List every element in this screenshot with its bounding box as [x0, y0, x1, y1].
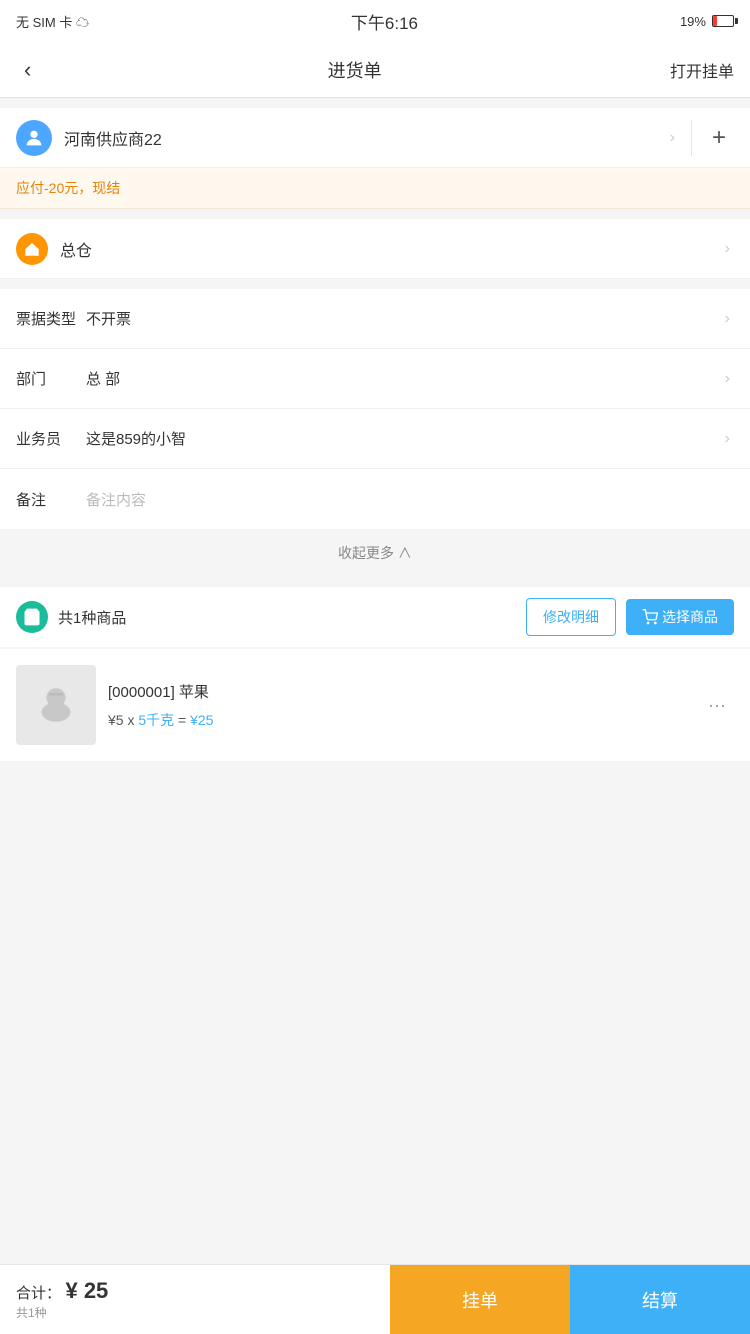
- product-item: [0000001] 苹果 ¥5 x 5千克 = ¥25 ···: [0, 649, 750, 761]
- chevron-right-icon-3: ›: [725, 310, 730, 328]
- salesperson-value: 这是859的小智: [86, 428, 725, 449]
- invoice-row[interactable]: 票据类型 不开票 ›: [0, 289, 750, 349]
- status-left: 无 SIM 卡 ☁: [16, 12, 89, 31]
- remark-input[interactable]: 备注内容: [86, 489, 734, 510]
- product-price: ¥5 x 5千克 = ¥25: [108, 710, 688, 730]
- department-label: 部门: [16, 368, 86, 389]
- battery-percent: 19%: [680, 14, 706, 29]
- nav-bar: ‹ 进货单 打开挂单: [0, 42, 750, 98]
- invoice-label: 票据类型: [16, 308, 86, 329]
- product-title: 苹果: [179, 684, 209, 701]
- footer-spacer: [0, 761, 750, 841]
- product-multiply: x: [127, 712, 138, 728]
- cart-icon: [642, 609, 658, 625]
- chevron-right-icon: ›: [670, 129, 675, 147]
- product-more-button[interactable]: ···: [700, 687, 734, 724]
- footer-total-amount: ¥ 25: [65, 1278, 108, 1303]
- remark-row[interactable]: 备注 备注内容: [0, 469, 750, 529]
- warning-banner: 应付-20元，现结: [0, 168, 750, 209]
- product-info: [0000001] 苹果 ¥5 x 5千克 = ¥25: [108, 681, 688, 730]
- product-thumbnail: [16, 665, 96, 745]
- edit-detail-button[interactable]: 修改明细: [526, 598, 616, 636]
- back-button[interactable]: ‹: [16, 49, 39, 91]
- product-total: ¥25: [190, 712, 213, 728]
- invoice-value: 不开票: [86, 308, 725, 329]
- product-thumb-icon: [32, 681, 80, 729]
- page-title: 进货单: [328, 57, 382, 83]
- gap-4: [0, 577, 750, 587]
- products-count: 共1种商品: [58, 607, 516, 628]
- chevron-right-icon-4: ›: [725, 370, 730, 388]
- battery-fill: [713, 16, 717, 26]
- supplier-avatar: [16, 120, 52, 156]
- collapse-label: 收起更多 ∧: [338, 543, 412, 563]
- chevron-right-icon-5: ›: [725, 430, 730, 448]
- status-time: 下午6:16: [351, 9, 418, 34]
- products-icon: [16, 601, 48, 633]
- person-icon: [23, 127, 45, 149]
- settle-button[interactable]: 结算: [570, 1265, 750, 1334]
- supplier-row[interactable]: 河南供应商22 › +: [0, 108, 750, 168]
- product-name: [0000001] 苹果: [108, 681, 688, 702]
- footer: 合计： ¥ 25 共1种 挂单 结算: [0, 1264, 750, 1334]
- gap-3: [0, 279, 750, 289]
- select-product-label: 选择商品: [662, 607, 718, 627]
- footer-total: 合计： ¥ 25 共1种: [0, 1278, 390, 1321]
- hang-button[interactable]: 挂单: [390, 1265, 570, 1334]
- department-row[interactable]: 部门 总 部 ›: [0, 349, 750, 409]
- warehouse-icon: [16, 233, 48, 265]
- product-code: [0000001]: [108, 684, 175, 701]
- bag-icon: [22, 607, 42, 627]
- product-unit-price: ¥5: [108, 712, 124, 728]
- remark-label: 备注: [16, 489, 86, 510]
- warehouse-name: 总仓: [60, 237, 725, 261]
- status-right: 19%: [680, 14, 734, 29]
- battery-icon: [712, 15, 734, 27]
- salesperson-label: 业务员: [16, 428, 86, 449]
- footer-total-row: 合计： ¥ 25: [16, 1278, 374, 1304]
- chevron-right-icon-2: ›: [725, 240, 730, 258]
- supplier-name: 河南供应商22: [64, 126, 670, 150]
- status-bar: 无 SIM 卡 ☁ 下午6:16 19%: [0, 0, 750, 42]
- home-icon: [23, 240, 41, 258]
- product-equals: =: [178, 712, 190, 728]
- select-product-button[interactable]: 选择商品: [626, 599, 734, 635]
- salesperson-row[interactable]: 业务员 这是859的小智 ›: [0, 409, 750, 469]
- warehouse-row[interactable]: 总仓 ›: [0, 219, 750, 279]
- footer-total-sub: 共1种: [16, 1304, 374, 1321]
- collapse-row[interactable]: 收起更多 ∧: [0, 529, 750, 577]
- open-hang-button[interactable]: 打开挂单: [670, 58, 734, 82]
- products-header: 共1种商品 修改明细 选择商品: [0, 587, 750, 647]
- add-supplier-button[interactable]: +: [704, 120, 734, 156]
- department-value: 总 部: [86, 368, 725, 389]
- divider: [691, 120, 692, 156]
- form-section: 票据类型 不开票 › 部门 总 部 › 业务员 这是859的小智 › 备注 备注…: [0, 289, 750, 529]
- gap-1: [0, 98, 750, 108]
- product-qty: 5千克: [138, 712, 174, 728]
- footer-total-label: 合计：: [16, 1285, 61, 1302]
- gap-2: [0, 209, 750, 219]
